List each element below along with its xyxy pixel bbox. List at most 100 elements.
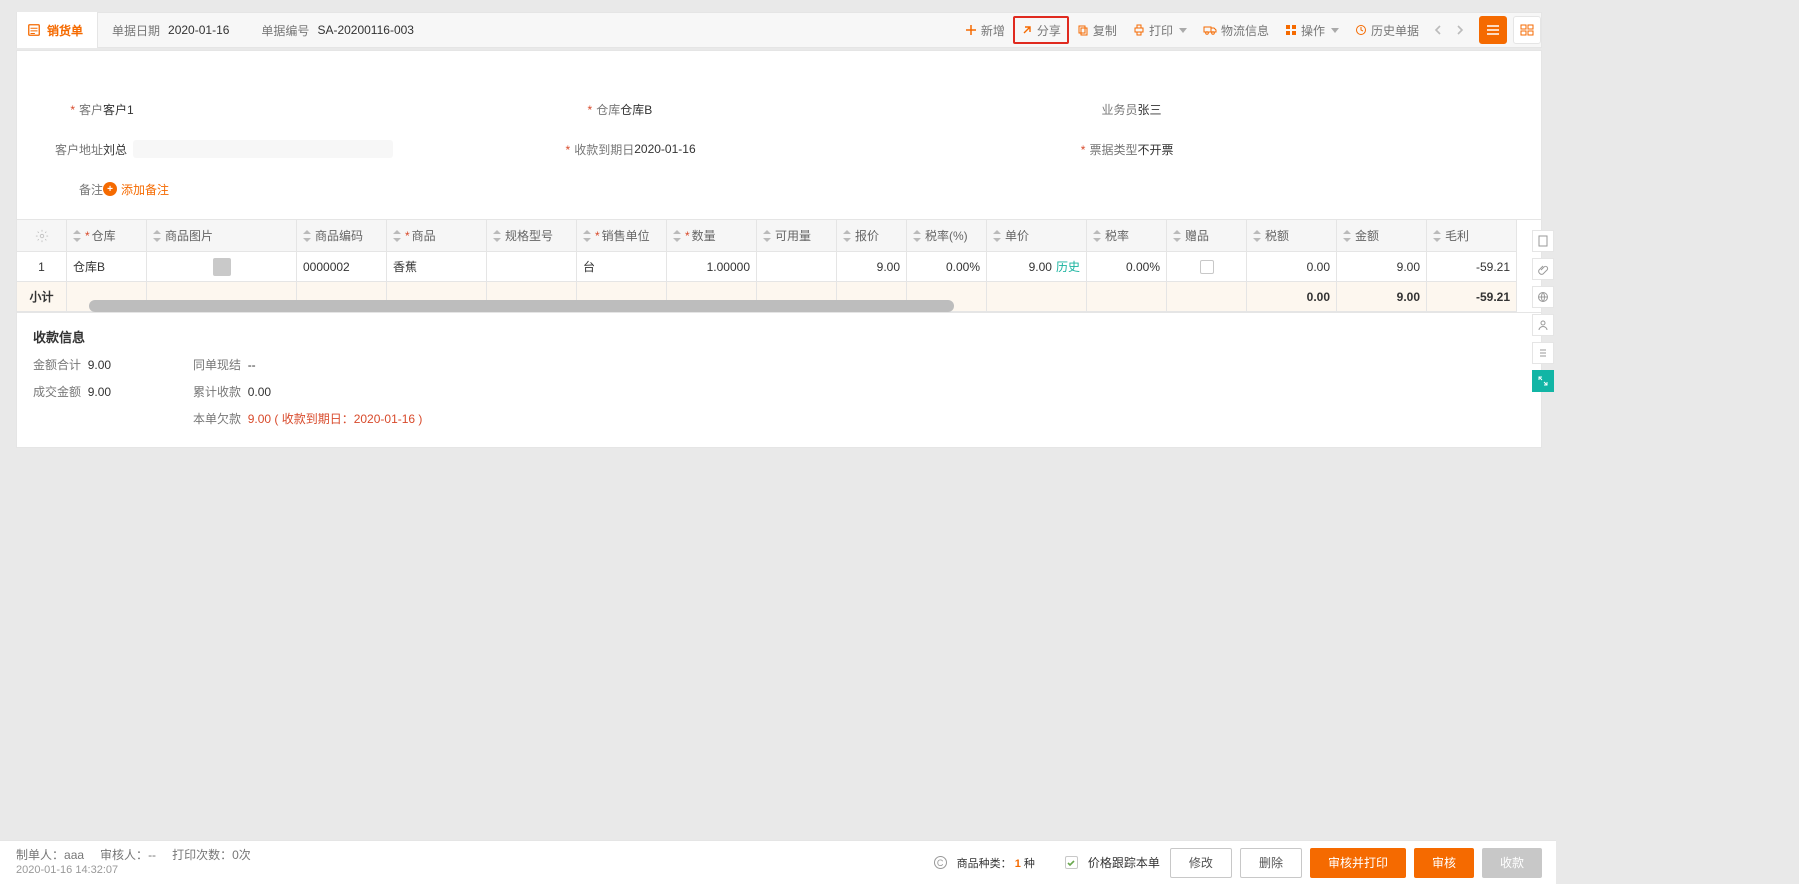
tab-sales-order[interactable]: 销货单 [17,12,98,48]
document-card: *客户 客户1 *仓库 仓库B 业务员 张三 客户地址 刘总 [16,50,1542,448]
subtotal-amount: 9.00 [1337,282,1427,312]
print-icon [1133,24,1145,36]
subtotal-gross: -59.21 [1427,282,1517,312]
col-amount[interactable]: 金额 [1337,220,1427,252]
col-available[interactable]: 可用量 [757,220,837,252]
col-product[interactable]: *商品 [387,220,487,252]
order-icon [27,23,41,37]
collect-button[interactable]: 收款 [1482,848,1542,878]
address-label: 客户地址 [55,143,103,157]
copyright-icon: C [934,856,947,869]
cell-code[interactable]: 0000002 [297,252,387,282]
copy-button[interactable]: 复制 [1069,16,1125,44]
col-code[interactable]: 商品编码 [297,220,387,252]
remark-label: 备注 [79,183,103,197]
plus-circle-icon: + [103,182,117,196]
edit-button[interactable]: 修改 [1170,848,1232,878]
delete-button[interactable]: 删除 [1240,848,1302,878]
form: *客户 客户1 *仓库 仓库B 业务员 张三 客户地址 刘总 [17,87,1541,219]
col-settings-button[interactable] [17,220,67,252]
table-h-scrollbar[interactable] [89,300,954,312]
cell-tax-pct[interactable]: 0.00% [1087,252,1167,282]
invoice-type-label: 票据类型 [1089,143,1137,157]
col-tax-amt[interactable]: 税额 [1247,220,1337,252]
col-tax-pct[interactable]: 税率 [1087,220,1167,252]
share-label: 分享 [1037,22,1061,39]
col-quote[interactable]: 报价 [837,220,907,252]
copy-icon [1077,24,1089,36]
salesperson-value[interactable]: 张三 [1137,101,1161,118]
goods-kinds-count: 1 [1015,858,1021,870]
gift-checkbox[interactable] [1200,260,1214,274]
cell-tax-rate[interactable]: 0.00% [907,252,987,282]
cell-image[interactable] [147,252,297,282]
cell-spec[interactable] [487,252,577,282]
cell-warehouse[interactable]: 仓库B [67,252,147,282]
footer: 制单人：aaa 审核人：-- 打印次数：0次 2020-01-16 14:32:… [0,840,1556,884]
price-follow-checkbox[interactable] [1065,856,1078,869]
image-placeholder-icon [213,258,231,276]
card-view-toggle[interactable] [1513,16,1541,44]
col-tax-rate[interactable]: 税率(%) [907,220,987,252]
new-button[interactable]: 新增 [957,16,1013,44]
payment-section: 收款信息 金额合计 9.00 同单现结 -- 成交金额 9.00 累计收款 0.… [17,313,1541,447]
add-remark-button[interactable]: + 添加备注 [103,181,169,198]
top-actions: 新增 分享 复制 打印 物流信息 操作 [957,13,1541,47]
doc-meta: 单据日期 2020-01-16 单据编号 SA-20200116-003 [98,22,414,39]
print-button[interactable]: 打印 [1125,16,1195,44]
rail-list-icon[interactable] [1532,342,1554,364]
cell-price[interactable]: 9.00历史 [987,252,1087,282]
cell-quote[interactable]: 9.00 [837,252,907,282]
warehouse-label: 仓库 [596,103,620,117]
list-view-toggle[interactable] [1479,16,1507,44]
print-label: 打印 [1149,22,1173,39]
address-value[interactable]: 刘总 [103,141,127,158]
subtotal-label: 小计 [17,282,67,312]
cell-qty[interactable]: 1.00000 [667,252,757,282]
audit-button[interactable]: 审核 [1414,848,1474,878]
operate-button[interactable]: 操作 [1277,16,1347,44]
row-index: 1 [17,252,67,282]
rail-expand-icon[interactable] [1532,370,1554,392]
prev-doc-button[interactable] [1427,16,1449,44]
cell-product[interactable]: 香蕉 [387,252,487,282]
share-button[interactable]: 分享 [1013,16,1069,44]
col-gross[interactable]: 毛利 [1427,220,1517,252]
col-unit[interactable]: *销售单位 [577,220,667,252]
rail-user-icon[interactable] [1532,314,1554,336]
col-warehouse[interactable]: *仓库 [67,220,147,252]
invoice-type-value[interactable]: 不开票 [1137,141,1173,158]
price-history-link[interactable]: 历史 [1056,258,1080,275]
rail-globe-icon[interactable] [1532,286,1554,308]
next-doc-button[interactable] [1449,16,1471,44]
cum-value: 0.00 [248,385,271,399]
doc-no: SA-20200116-003 [317,23,414,37]
col-spec[interactable]: 规格型号 [487,220,577,252]
customer-value[interactable]: 客户1 [103,101,134,118]
cell-gross: -59.21 [1427,252,1517,282]
gear-icon [35,229,49,243]
deal-value: 9.00 [88,385,111,399]
col-image[interactable]: 商品图片 [147,220,297,252]
address-redacted [133,140,393,158]
col-gift[interactable]: 赠品 [1167,220,1247,252]
price-follow-label: 价格跟踪本单 [1088,854,1160,871]
logistics-label: 物流信息 [1221,22,1269,39]
audit-print-button[interactable]: 审核并打印 [1310,848,1406,878]
cell-gift[interactable] [1167,252,1247,282]
history-icon [1355,24,1367,36]
logistics-button[interactable]: 物流信息 [1195,16,1277,44]
rail-note-icon[interactable] [1532,230,1554,252]
cell-available[interactable] [757,252,837,282]
due-value[interactable]: 2020-01-16 [634,142,695,156]
grid-icon [1285,24,1297,36]
warehouse-value[interactable]: 仓库B [620,101,652,118]
rail-attach-icon[interactable] [1532,258,1554,280]
history-button[interactable]: 历史单据 [1347,16,1427,44]
owed-value: 9.00 ( 收款到期日：2020-01-16 ) [248,412,423,426]
new-label: 新增 [981,22,1005,39]
col-qty[interactable]: *数量 [667,220,757,252]
cell-unit[interactable]: 台 [577,252,667,282]
salesperson-label: 业务员 [1101,103,1137,117]
col-price[interactable]: 单价 [987,220,1087,252]
